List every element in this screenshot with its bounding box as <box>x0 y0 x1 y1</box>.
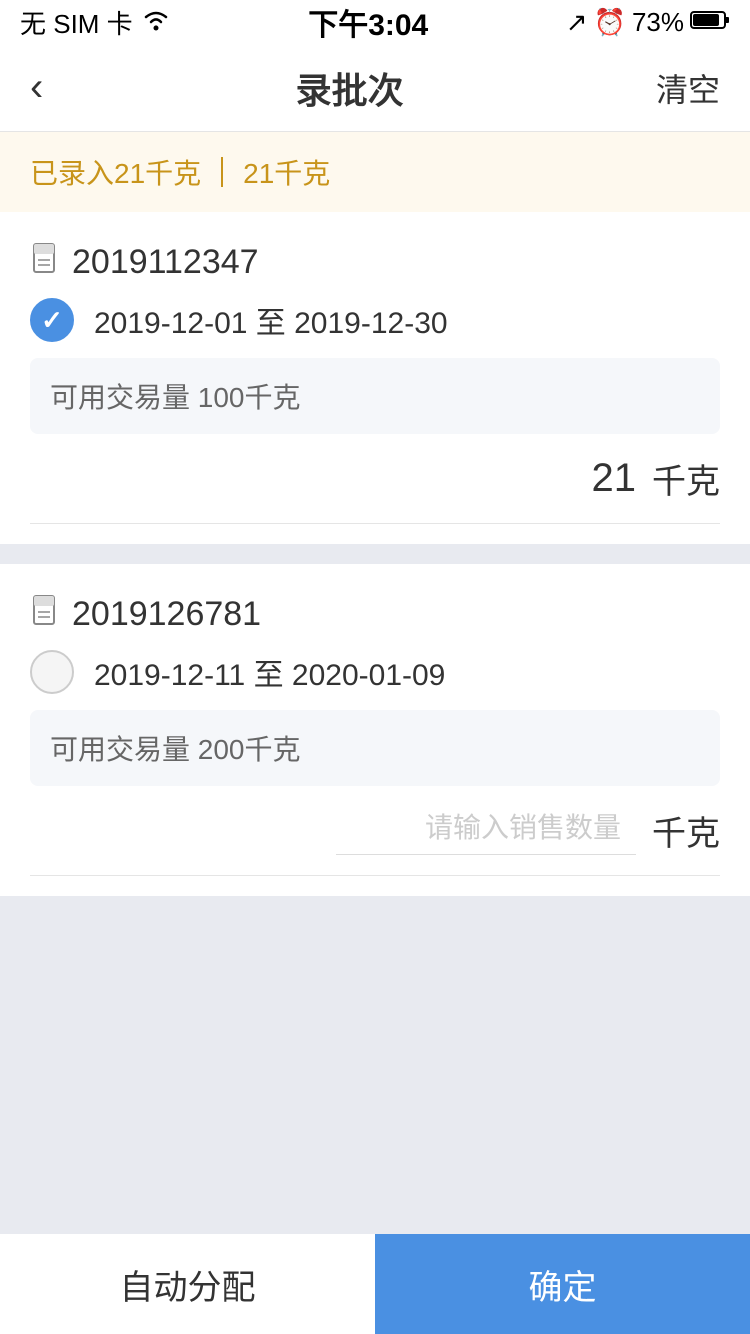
batch-1-id: 2019112347 <box>72 243 259 282</box>
batch-1-header: 2019112347 <box>30 242 720 282</box>
batch-2-item: 2019126781 2019-12-11 至 2020-01-09 <box>0 564 750 694</box>
batch-2-input-row: 千克 <box>0 786 750 855</box>
batch-1-available: 可用交易量 100千克 <box>30 358 720 434</box>
batch-2-date-row: 2019-12-11 至 2020-01-09 <box>30 650 720 694</box>
back-button[interactable]: ‹ <box>30 65 43 110</box>
batch-1-checkbox[interactable] <box>30 298 74 342</box>
auto-distribute-button[interactable]: 自动分配 <box>0 1234 375 1334</box>
total-amount: 21千克 <box>243 152 330 192</box>
batch-2-doc-icon <box>30 594 62 634</box>
battery-icon <box>690 7 730 38</box>
batch-1-card: 2019112347 2019-12-01 至 2019-12-30 可用交易量… <box>0 212 750 544</box>
batch-1-item: 2019112347 2019-12-01 至 2019-12-30 <box>0 212 750 342</box>
info-bar-divider <box>221 157 223 187</box>
recorded-amount: 已录入21千克 <box>30 152 201 192</box>
batch-2-id: 2019126781 <box>72 595 261 634</box>
batch-1-date-row: 2019-12-01 至 2019-12-30 <box>30 298 720 342</box>
nav-bar: ‹ 录批次 清空 <box>0 44 750 132</box>
batch-2-available: 可用交易量 200千克 <box>30 710 720 786</box>
batch-1-input-row: 21 千克 <box>0 434 750 503</box>
batch-2-date: 2019-12-11 至 2020-01-09 <box>94 650 445 694</box>
alarm-icon: ⏰ <box>594 7 626 38</box>
batch-2-checkbox[interactable] <box>30 650 74 694</box>
battery-percent: 73% <box>632 7 684 38</box>
no-sim-text: 无 SIM 卡 <box>20 4 133 41</box>
status-time: 下午3:04 <box>308 0 428 44</box>
confirm-button[interactable]: 确定 <box>375 1234 750 1334</box>
section-divider <box>0 544 750 564</box>
batch-1-date: 2019-12-01 至 2019-12-30 <box>94 298 448 342</box>
status-left: 无 SIM 卡 <box>20 4 171 41</box>
batch-1-doc-icon <box>30 242 62 282</box>
info-bar: 已录入21千克 21千克 <box>0 132 750 212</box>
batch-2-quantity-input[interactable] <box>336 807 636 855</box>
location-icon: ↗ <box>566 7 588 38</box>
bottom-bar: 自动分配 确定 <box>0 1234 750 1334</box>
wifi-icon <box>141 7 171 38</box>
page-title: 录批次 <box>296 62 404 114</box>
batch-1-unit: 千克 <box>652 454 720 503</box>
status-bar: 无 SIM 卡 下午3:04 ↗ ⏰ 73% <box>0 0 750 44</box>
batch-2-card: 2019126781 2019-12-11 至 2020-01-09 可用交易量… <box>0 564 750 896</box>
status-right: ↗ ⏰ 73% <box>566 7 730 38</box>
batch-2-header: 2019126781 <box>30 594 720 634</box>
clear-button[interactable]: 清空 <box>656 65 720 111</box>
batch-1-value: 21 <box>592 456 637 501</box>
batch-2-unit: 千克 <box>652 806 720 855</box>
